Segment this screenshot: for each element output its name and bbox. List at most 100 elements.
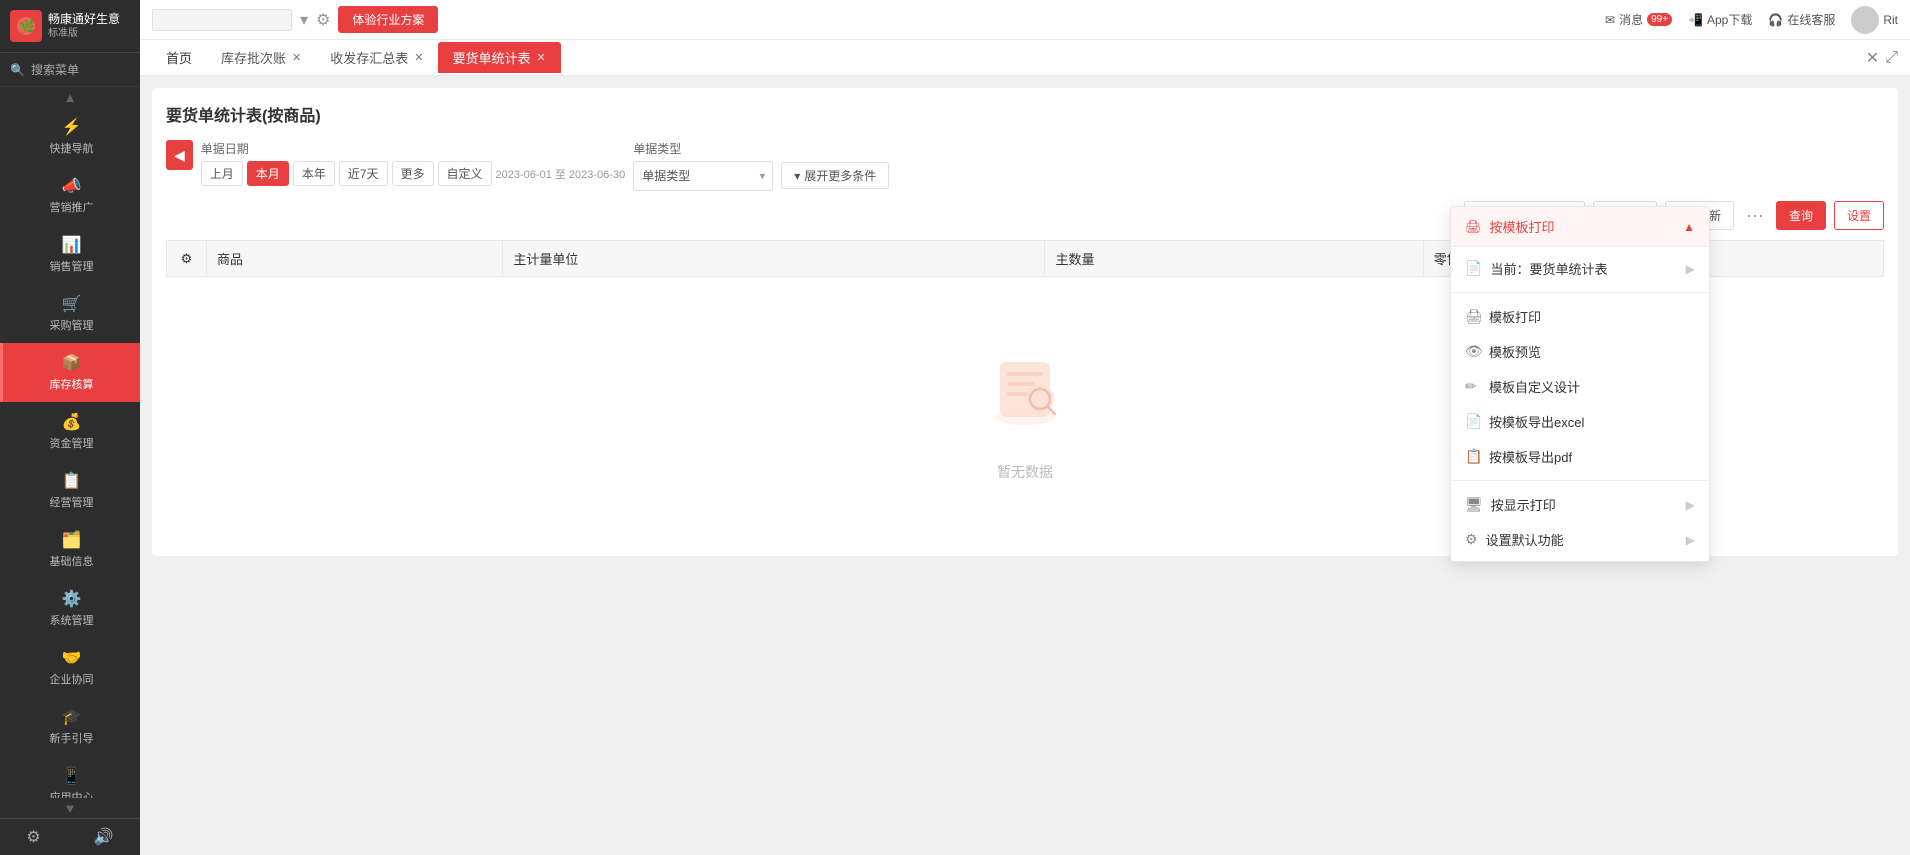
empty-illustration xyxy=(975,337,1075,452)
display-print-icon: 🖥 xyxy=(1465,496,1483,513)
print-dropdown-overlay: 🖨 按模板打印 ▲ 📄 当前：要货单统计表 ▶ 🖨 模板打 xyxy=(1450,206,1710,562)
nav-icon-kucun: 📦 xyxy=(62,353,82,373)
tab-close-shoufawu[interactable]: ✕ xyxy=(414,51,423,64)
sidebar-scroll-up[interactable]: ▲ xyxy=(0,87,140,107)
headset-icon: 🎧 xyxy=(1768,13,1783,27)
print-dropdown-section-current: 📄 当前：要货单统计表 ▶ xyxy=(1451,247,1709,290)
print-dropdown-header[interactable]: 🖨 按模板打印 ▲ xyxy=(1451,207,1709,247)
current-template-inner: 📄 当前：要货单统计表 xyxy=(1465,259,1607,278)
settings-bottom-btn[interactable]: ⚙ xyxy=(26,827,40,847)
sidebar-scroll-down[interactable]: ▼ xyxy=(0,798,140,818)
sidebar-item-xitong[interactable]: ⚙️ 系统管理 xyxy=(0,579,140,638)
sidebar-item-jichu[interactable]: 🗂️ 基础信息 xyxy=(0,520,140,579)
date-btn-custom[interactable]: 自定义 xyxy=(438,161,492,186)
sidebar-logo: 🌿 畅康通好生意 标准版 xyxy=(0,0,140,53)
filter-toggle-button[interactable]: ◀ xyxy=(166,140,193,170)
print-dropdown-section-extra: 🖥 按显示打印 ▶ ⚙ 设置默认功能 ▶ xyxy=(1451,483,1709,561)
tab-shoufawu[interactable]: 收发存汇总表 ✕ xyxy=(316,42,438,73)
app-download-item[interactable]: 📲 App下载 xyxy=(1688,11,1752,28)
app-name: 畅康通好生意 标准版 xyxy=(48,12,120,41)
template-preview-icon: 👁 xyxy=(1465,343,1481,360)
topbar-gear-icon[interactable]: ▾ xyxy=(300,10,308,30)
page-content: 要货单统计表(按商品) ◀ 单据日期 上月 本月 本年 近7天 更多 自定义 2… xyxy=(140,76,1910,855)
expand-icon: ▾ xyxy=(794,169,800,183)
search-icon: 🔍 xyxy=(10,63,25,77)
sidebar-nav: ⚡ 快捷导航 📣 营销推广 📊 销售管理 🛒 采购管理 📦 库存核算 💰 资金管… xyxy=(0,107,140,798)
date-btn-more[interactable]: 更多 xyxy=(392,161,434,186)
tab-close-yaohuo[interactable]: ✕ xyxy=(537,51,546,64)
print-dropdown-chevron-icon: ▲ xyxy=(1683,220,1695,234)
template-design-item[interactable]: ✏ 模板自定义设计 xyxy=(1451,369,1709,404)
date-btn-this-year[interactable]: 本年 xyxy=(293,161,335,186)
type-select[interactable]: 单据类型 xyxy=(633,161,773,191)
sidebar-item-qiye[interactable]: 🤝 企业协同 xyxy=(0,638,140,697)
date-btn-last-7-days[interactable]: 近7天 xyxy=(339,161,388,186)
messages-badge: 99+ xyxy=(1647,13,1672,26)
sidebar-item-zijin[interactable]: 💰 资金管理 xyxy=(0,402,140,461)
template-export-excel-item[interactable]: 📄 按模板导出excel xyxy=(1451,404,1709,439)
template-preview-item[interactable]: 👁 模板预览 xyxy=(1451,334,1709,369)
date-filter-row: 上月 本月 本年 近7天 更多 自定义 2023-06-01 至 2023-06… xyxy=(201,161,625,186)
user-avatar-item[interactable]: Rit xyxy=(1851,6,1898,34)
topbar: ▾ ⚙ 体验行业方案 ✉ 消息 99+ 📲 App下载 🎧 在线客服 Rit xyxy=(140,0,1910,40)
sidebar: 🌿 畅康通好生意 标准版 🔍 搜索菜单 ▲ ⚡ 快捷导航 📣 营销推广 📊 销售… xyxy=(0,0,140,855)
tab-kucun-pizhang[interactable]: 库存批次账 ✕ xyxy=(207,42,316,73)
sidebar-item-caigou[interactable]: 🛒 采购管理 xyxy=(0,284,140,343)
nav-icon-kuaijie: ⚡ xyxy=(62,117,82,137)
sidebar-bottom: ⚙ 🔊 xyxy=(0,818,140,855)
sidebar-item-jingying[interactable]: 📋 经营管理 xyxy=(0,461,140,520)
more-options-button[interactable]: ··· xyxy=(1742,205,1768,226)
nav-icon-yingyong: 📱 xyxy=(62,766,82,786)
sidebar-item-yingyong[interactable]: 📱 应用中心 xyxy=(0,756,140,798)
tab-close-kucun-pizhang[interactable]: ✕ xyxy=(292,51,301,64)
app-logo-icon: 🌿 xyxy=(10,10,42,42)
export-pdf-icon: 📋 xyxy=(1465,448,1481,465)
user-avatar xyxy=(1851,6,1879,34)
page-title: 要货单统计表(按商品) xyxy=(166,102,1884,126)
nav-icon-jichu: 🗂️ xyxy=(62,530,82,550)
tab-yaohuo[interactable]: 要货单统计表 ✕ xyxy=(438,42,560,73)
display-print-item[interactable]: 🖥 按显示打印 ▶ xyxy=(1451,487,1709,522)
date-filter-label: 单据日期 xyxy=(201,140,625,157)
nav-icon-yingxiao: 📣 xyxy=(62,176,82,196)
date-filter-group: 单据日期 上月 本月 本年 近7天 更多 自定义 2023-06-01 至 20… xyxy=(201,140,625,186)
sidebar-search[interactable]: 🔍 搜索菜单 xyxy=(0,53,140,87)
expand-tab-button[interactable]: ⤢ xyxy=(1885,48,1898,68)
empty-text: 暂无数据 xyxy=(997,462,1053,482)
close-all-tabs-button[interactable]: ✕ xyxy=(1866,48,1879,68)
settings-button[interactable]: 设置 xyxy=(1834,201,1884,230)
table-settings-icon[interactable]: ⚙ xyxy=(181,251,193,266)
template-export-pdf-item[interactable]: 📋 按模板导出pdf xyxy=(1451,439,1709,474)
template-print-item[interactable]: 🖨 模板打印 xyxy=(1451,299,1709,334)
online-support-item[interactable]: 🎧 在线客服 xyxy=(1768,11,1835,28)
topbar-search-input[interactable] xyxy=(152,9,292,31)
date-btn-this-month[interactable]: 本月 xyxy=(247,161,289,186)
filter-bar: ◀ 单据日期 上月 本月 本年 近7天 更多 自定义 2023-06-01 至 … xyxy=(166,140,1884,191)
print-dropdown-icon: 🖨 xyxy=(1465,219,1482,235)
query-button[interactable]: 查询 xyxy=(1776,201,1826,230)
sidebar-item-xinshou[interactable]: 🎓 新手引导 xyxy=(0,697,140,756)
messages-icon: ✉ xyxy=(1605,13,1615,27)
sidebar-item-xiaoshou[interactable]: 📊 销售管理 xyxy=(0,225,140,284)
topbar-left: ▾ ⚙ 体验行业方案 xyxy=(152,6,438,33)
messages-item[interactable]: ✉ 消息 99+ xyxy=(1605,11,1672,28)
display-print-chevron-icon: ▶ xyxy=(1686,498,1695,512)
expand-more-conditions-button[interactable]: ▾ 展开更多条件 xyxy=(781,162,889,189)
date-range-text: 2023-06-01 至 2023-06-30 xyxy=(496,166,626,182)
sidebar-item-kucun[interactable]: 📦 库存核算 xyxy=(0,343,140,402)
set-default-chevron-icon: ▶ xyxy=(1686,533,1695,547)
sidebar-item-kuaijie[interactable]: ⚡ 快捷导航 xyxy=(0,107,140,166)
audio-bottom-btn[interactable]: 🔊 xyxy=(94,827,114,847)
current-template-item[interactable]: 📄 当前：要货单统计表 ▶ xyxy=(1451,251,1709,286)
col-settings[interactable]: ⚙ xyxy=(167,241,207,277)
set-default-item[interactable]: ⚙ 设置默认功能 ▶ xyxy=(1451,522,1709,557)
topbar-settings-icon[interactable]: ⚙ xyxy=(316,10,330,30)
main-content: ▾ ⚙ 体验行业方案 ✉ 消息 99+ 📲 App下载 🎧 在线客服 Rit xyxy=(140,0,1910,855)
date-btn-prev-month[interactable]: 上月 xyxy=(201,161,243,186)
tabs-right-controls: ✕ ⤢ xyxy=(1866,48,1898,68)
tab-home[interactable]: 首页 xyxy=(152,42,207,73)
type-filter-label: 单据类型 xyxy=(633,140,773,157)
industry-solution-button[interactable]: 体验行业方案 xyxy=(338,6,438,33)
sidebar-item-yingxiao[interactable]: 📣 营销推广 xyxy=(0,166,140,225)
nav-icon-xinshou: 🎓 xyxy=(62,707,82,727)
